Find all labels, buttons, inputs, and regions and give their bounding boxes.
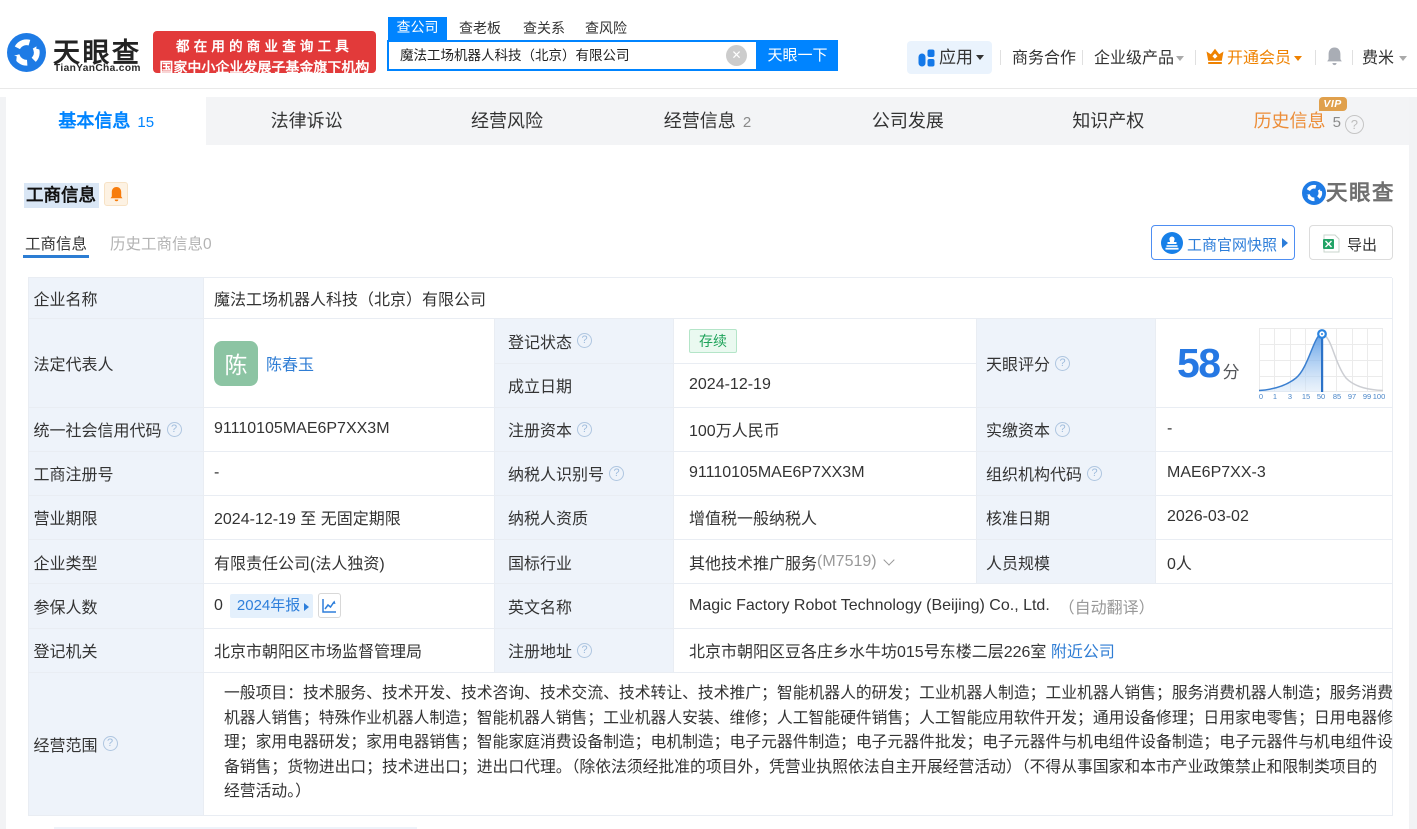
- svg-text:3: 3: [1288, 392, 1292, 401]
- svg-text:50: 50: [1317, 392, 1325, 401]
- svg-text:85: 85: [1333, 392, 1341, 401]
- svg-text:100: 100: [1373, 392, 1386, 401]
- svg-text:0: 0: [1259, 392, 1263, 401]
- svg-text:99: 99: [1363, 392, 1371, 401]
- svg-text:97: 97: [1348, 392, 1356, 401]
- svg-text:15: 15: [1302, 392, 1310, 401]
- svg-text:1: 1: [1273, 392, 1277, 401]
